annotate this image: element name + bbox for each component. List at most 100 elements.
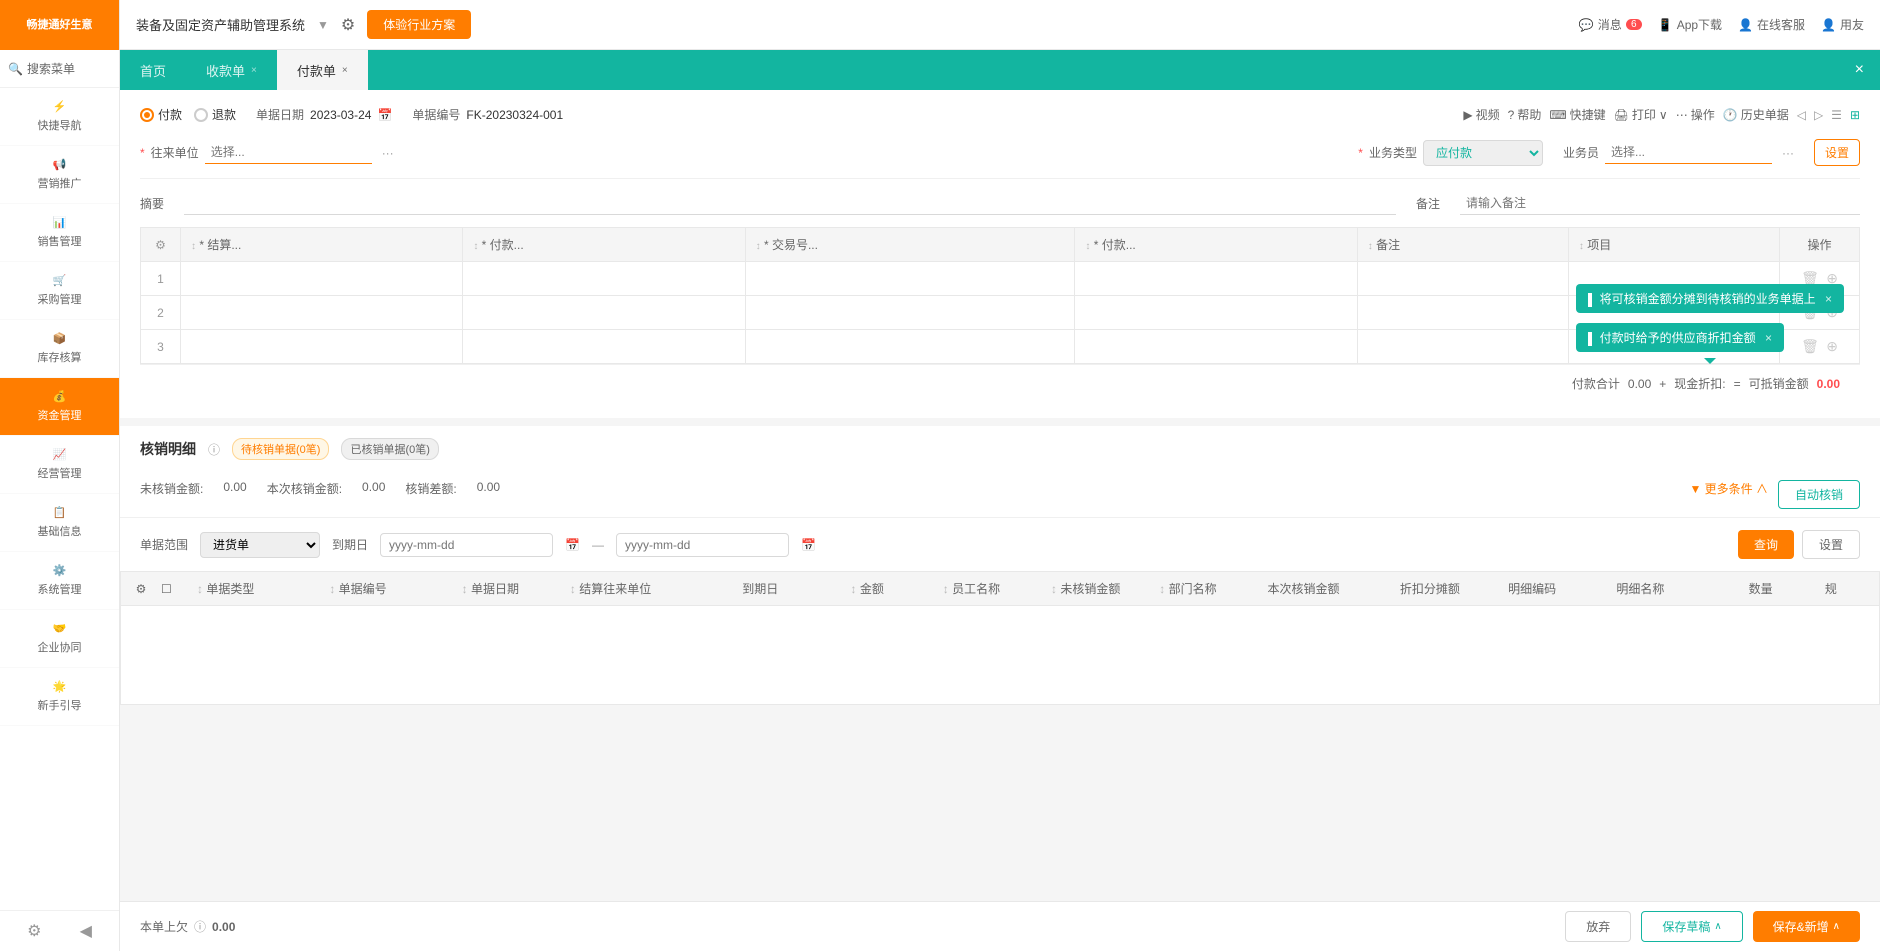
th-gear[interactable]: ⚙ — [141, 228, 181, 262]
cell-3-3[interactable] — [745, 330, 1075, 364]
query-button[interactable]: 查询 — [1738, 530, 1794, 559]
sales-icon: 📊 — [53, 216, 67, 229]
expand-icon[interactable]: ▼ — [317, 18, 329, 32]
staff-input[interactable] — [1605, 141, 1772, 164]
cell-1-1[interactable] — [181, 262, 463, 296]
th-payment-amount-label: 付款... — [1102, 238, 1136, 252]
history-btn[interactable]: 🕐 历史单据 — [1723, 106, 1789, 123]
tooltip2-close[interactable]: × — [1765, 331, 1772, 345]
message-button[interactable]: 💬 消息 6 — [1579, 16, 1642, 33]
tooltip-arrow-down — [1704, 358, 1716, 364]
sidebar-item-system[interactable]: ⚙️ 系统管理 — [0, 552, 119, 610]
th-remark: ↕ 备注 — [1357, 228, 1568, 262]
sidebar-item-search[interactable]: 🔍 搜索菜单 — [0, 50, 119, 88]
from-unit-input[interactable] — [205, 141, 372, 164]
sidebar-item-purchase[interactable]: 🛒 采购管理 — [0, 262, 119, 320]
pending-tag[interactable]: 待核销单据(0笔) — [232, 438, 329, 460]
sort-icon-1: ↕ — [191, 241, 196, 252]
calendar-icon-1[interactable]: 📅 — [565, 538, 580, 552]
sidebar-item-operations[interactable]: 📈 经营管理 — [0, 436, 119, 494]
summary-row: 付款合计 0.00 + 现金折扣: = 可抵销金额 0.00 — [140, 364, 1860, 402]
sidebar-item-basic-info[interactable]: 📋 基础信息 — [0, 494, 119, 552]
sidebar-bottom-icon1[interactable]: ⚙ — [27, 921, 41, 941]
tooltip-arrow — [1576, 358, 1844, 364]
auto-settle-button[interactable]: 自动核销 — [1778, 480, 1860, 509]
cell-2-3[interactable] — [745, 296, 1075, 330]
grid-icon[interactable]: ⊞ — [1850, 108, 1860, 122]
abandon-button[interactable]: 放弃 — [1565, 911, 1631, 942]
form-settings-button[interactable]: 设置 — [1814, 139, 1860, 166]
online-service-button[interactable]: 👤 在线客服 — [1738, 16, 1805, 33]
user-menu-button[interactable]: 👤 用友 — [1821, 16, 1864, 33]
detail-th-gear[interactable]: ⚙ — [121, 582, 161, 596]
staff-more[interactable]: ··· — [1782, 146, 1794, 160]
nav-prev-icon[interactable]: ◁ — [1797, 108, 1806, 122]
cell-1-2[interactable] — [463, 262, 745, 296]
trial-button[interactable]: 体验行业方案 — [367, 10, 471, 39]
tab-payment[interactable]: 付款单 × — [277, 50, 368, 90]
range-select[interactable]: 进货单 — [200, 532, 320, 558]
sidebar-bottom-icon2[interactable]: ◀ — [80, 921, 92, 941]
cell-2-2[interactable] — [463, 296, 745, 330]
list-icon[interactable]: ☰ — [1831, 108, 1842, 122]
search-icon: 🔍 — [8, 62, 23, 76]
operations-icon: 📈 — [53, 448, 67, 461]
cell-3-2[interactable] — [463, 330, 745, 364]
detail-th-check[interactable]: ☐ — [161, 582, 191, 596]
gear-icon: ⚙ — [155, 238, 166, 252]
save-new-button[interactable]: 保存&新增 ∧ — [1753, 911, 1860, 942]
tooltip1-close[interactable]: × — [1825, 292, 1832, 306]
this-time-label: 本次核销金额: — [267, 480, 342, 509]
section-info-icon[interactable]: ⓘ — [208, 441, 220, 458]
save-draft-button[interactable]: 保存草稿 ∧ — [1641, 911, 1742, 942]
shortcut-btn[interactable]: ⌨ 快捷键 — [1549, 106, 1605, 123]
video-btn[interactable]: ▶ 视频 — [1463, 106, 1499, 123]
tab-receipt-close[interactable]: × — [251, 65, 257, 76]
sidebar-item-tutorial[interactable]: 🌟 新手引导 — [0, 668, 119, 726]
tab-close-all[interactable]: × — [1855, 61, 1880, 79]
due-date-start-input[interactable] — [380, 533, 553, 557]
sidebar-item-finance[interactable]: 💰 资金管理 — [0, 378, 119, 436]
cell-1-3[interactable] — [745, 262, 1075, 296]
app-download-button[interactable]: 📱 App下载 — [1658, 16, 1722, 33]
operation-label: 操作 — [1691, 106, 1715, 123]
header-settings-icon[interactable]: ⚙ — [341, 15, 355, 35]
due-date-end-input[interactable] — [616, 533, 789, 557]
sidebar-item-inventory[interactable]: 📦 库存核算 — [0, 320, 119, 378]
cell-1-5[interactable] — [1357, 262, 1568, 296]
radio-payment[interactable]: 付款 — [140, 106, 182, 123]
cell-3-4[interactable] — [1075, 330, 1357, 364]
nav-next-icon[interactable]: ▷ — [1814, 108, 1823, 122]
cell-2-1[interactable] — [181, 296, 463, 330]
more-filter-btn[interactable]: ▼ 更多条件 ∧ — [1689, 480, 1768, 509]
sidebar-item-quicknav[interactable]: ⚡ 快捷导航 — [0, 88, 119, 146]
sort-icon-dd: ↕ — [462, 582, 468, 596]
cell-1-4[interactable] — [1075, 262, 1357, 296]
remark-input[interactable] — [1460, 192, 1860, 215]
filter-settings-button[interactable]: 设置 — [1802, 530, 1860, 559]
cell-3-5[interactable] — [1357, 330, 1568, 364]
biz-type-select[interactable]: 应付款 — [1423, 140, 1543, 166]
from-unit-more[interactable]: ··· — [382, 146, 394, 160]
operation-btn[interactable]: ⋯ 操作 — [1676, 106, 1715, 123]
cell-3-1[interactable] — [181, 330, 463, 364]
done-tag[interactable]: 已核销单据(0笔) — [341, 438, 438, 460]
radio-refund[interactable]: 退款 — [194, 106, 236, 123]
filter-row: 单据范围 进货单 到期日 📅 — 📅 查询 设置 — [120, 518, 1880, 571]
sidebar-item-sales[interactable]: 📊 销售管理 — [0, 204, 119, 262]
purchase-label: 采购管理 — [38, 291, 82, 307]
help-btn[interactable]: ? 帮助 — [1508, 106, 1542, 123]
cell-2-4[interactable] — [1075, 296, 1357, 330]
tab-payment-close[interactable]: × — [342, 65, 348, 76]
sidebar-bottom: ⚙ ◀ — [0, 910, 119, 951]
info-icon[interactable]: ⓘ — [194, 918, 206, 935]
tab-home[interactable]: 首页 — [120, 50, 186, 90]
sidebar-item-enterprise[interactable]: 🤝 企业协同 — [0, 610, 119, 668]
cell-2-5[interactable] — [1357, 296, 1568, 330]
tab-receipt[interactable]: 收款单 × — [186, 50, 277, 90]
calendar-icon-2[interactable]: 📅 — [801, 538, 816, 552]
calendar-icon[interactable]: 📅 — [377, 108, 392, 122]
available-cash-value: 0.00 — [1817, 377, 1840, 391]
print-btn[interactable]: 🖨 打印 ∨ — [1614, 106, 1668, 123]
sidebar-item-marketing[interactable]: 📢 营销推广 — [0, 146, 119, 204]
